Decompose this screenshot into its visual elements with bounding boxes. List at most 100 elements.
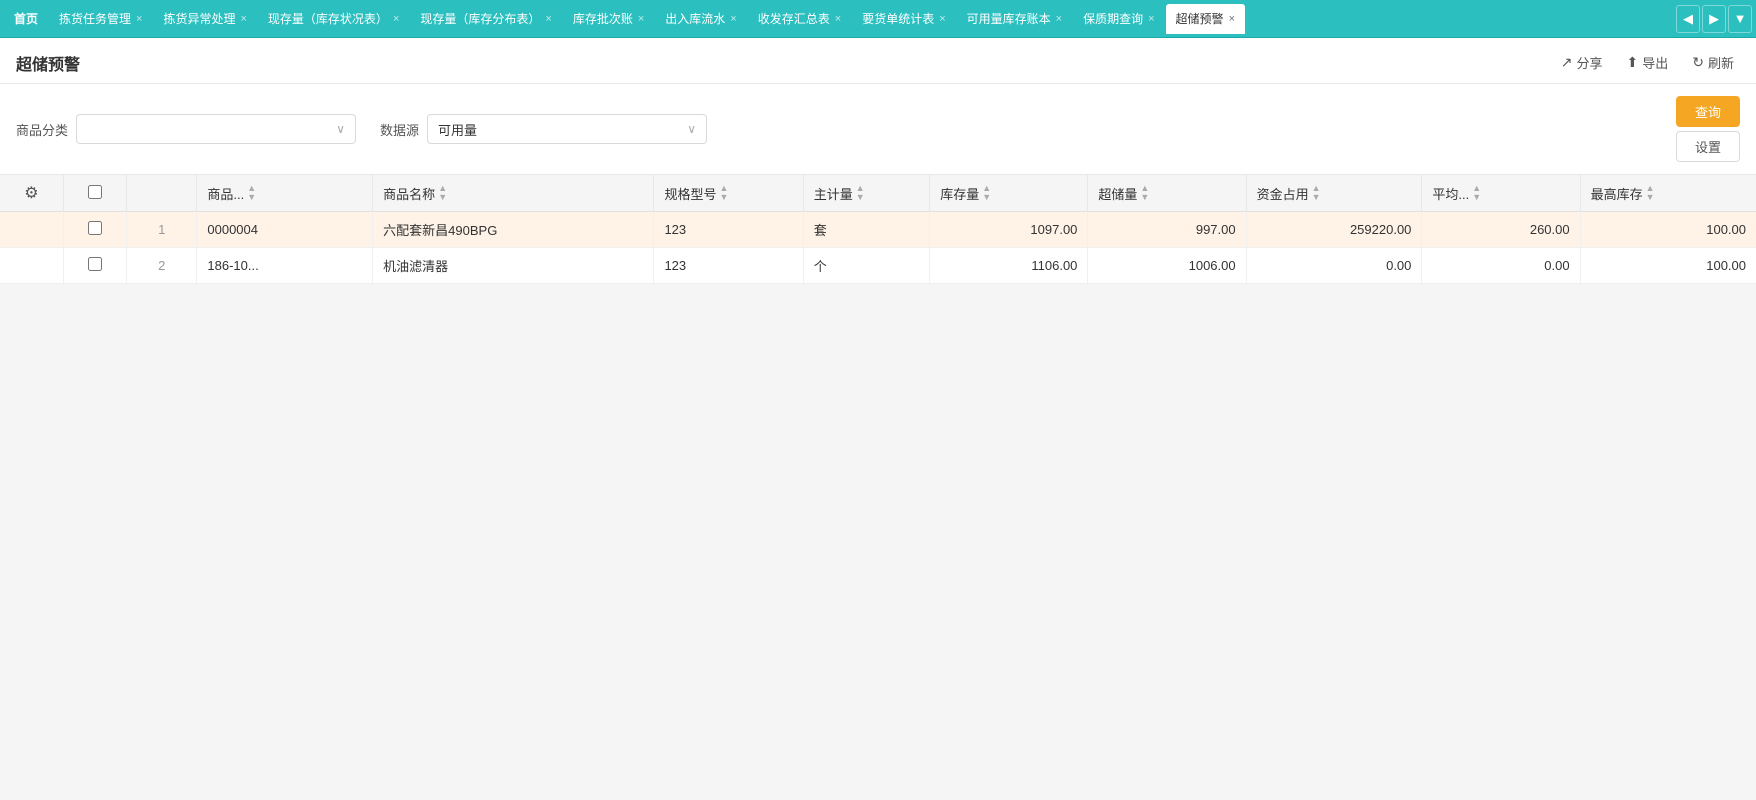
th-num	[127, 175, 197, 212]
th-spec[interactable]: 规格型号 ▲▼	[654, 175, 803, 212]
nav-next-btn[interactable]: ▶	[1702, 5, 1726, 33]
th-maxstock[interactable]: 最高库存 ▲▼	[1580, 175, 1756, 212]
th-code-label: 商品...	[207, 184, 244, 203]
td-unit-0: 套	[803, 212, 929, 248]
tab-close-shelf-life[interactable]: ×	[1148, 13, 1154, 25]
th-capital-label: 资金占用	[1257, 184, 1309, 203]
td-capital-1: 0.00	[1246, 248, 1422, 284]
category-filter: 商品分类 ∨	[16, 114, 356, 144]
th-unit[interactable]: 主计量 ▲▼	[803, 175, 929, 212]
sort-unit-icon[interactable]: ▲▼	[856, 184, 865, 202]
nav-tab-batch-ledger[interactable]: 库存批次账×	[563, 4, 654, 34]
page-title: 超储预警	[16, 51, 80, 75]
category-select[interactable]: ∨	[76, 114, 356, 144]
th-over[interactable]: 超储量 ▲▼	[1088, 175, 1246, 212]
td-name-1: 机油滤清器	[373, 248, 654, 284]
datasource-select[interactable]: 可用量 ∨	[427, 114, 707, 144]
select-all-checkbox[interactable]	[88, 185, 102, 199]
td-unit-1: 个	[803, 248, 929, 284]
th-spec-label: 规格型号	[664, 184, 716, 203]
th-stock-label: 库存量	[940, 184, 979, 203]
tab-close-available-ledger[interactable]: ×	[1056, 13, 1062, 25]
nav-tab-available-ledger[interactable]: 可用量库存账本×	[957, 4, 1072, 34]
td-stock-0: 1097.00	[930, 212, 1088, 248]
th-maxstock-label: 最高库存	[1591, 184, 1643, 203]
th-settings[interactable]: ⚙	[0, 175, 63, 212]
td-checkbox-1[interactable]	[63, 248, 126, 284]
tab-close-stock-status[interactable]: ×	[393, 13, 399, 25]
share-button[interactable]: ↗ 分享	[1555, 50, 1609, 75]
td-avg-0: 260.00	[1422, 212, 1580, 248]
nav-tab-receive-summary[interactable]: 收发存汇总表×	[748, 4, 851, 34]
th-code[interactable]: 商品... ▲▼	[197, 175, 373, 212]
td-capital-0: 259220.00	[1246, 212, 1422, 248]
table-header-row: ⚙ 商品... ▲▼ 商品名称 ▲▼	[0, 175, 1756, 212]
sort-over-icon[interactable]: ▲▼	[1140, 184, 1149, 202]
td-over-1: 1006.00	[1088, 248, 1246, 284]
tab-close-task-mgmt[interactable]: ×	[136, 13, 142, 25]
row-checkbox-0[interactable]	[88, 221, 102, 235]
td-spec-1: 123	[654, 248, 803, 284]
tab-close-exception[interactable]: ×	[240, 13, 246, 25]
th-stock[interactable]: 库存量 ▲▼	[930, 175, 1088, 212]
sort-name-icon[interactable]: ▲▼	[438, 184, 447, 202]
th-name-label: 商品名称	[383, 184, 435, 203]
settings-gear-icon[interactable]: ⚙	[24, 185, 38, 202]
th-name[interactable]: 商品名称 ▲▼	[373, 175, 654, 212]
nav-tab-home[interactable]: 首页	[4, 4, 48, 34]
td-maxstock-1: 100.00	[1580, 248, 1756, 284]
export-icon: ⬆	[1627, 54, 1639, 71]
th-avg[interactable]: 平均... ▲▼	[1422, 175, 1580, 212]
sort-avg-icon[interactable]: ▲▼	[1472, 184, 1481, 202]
table-row: 2 186-10... 机油滤清器 123 个 1106.00 1006.00 …	[0, 248, 1756, 284]
th-avg-label: 平均...	[1432, 184, 1469, 203]
tab-close-overstock-warning[interactable]: ×	[1229, 13, 1235, 25]
nav-tab-stock-dist[interactable]: 现存量（库存分布表）×	[410, 4, 561, 34]
td-stock-1: 1106.00	[930, 248, 1088, 284]
td-num-1: 2	[127, 248, 197, 284]
tab-close-inout-flow[interactable]: ×	[730, 13, 736, 25]
td-code-0: 0000004	[197, 212, 373, 248]
nav-more-btn[interactable]: ▼	[1728, 5, 1752, 33]
export-button[interactable]: ⬆ 导出	[1621, 50, 1675, 75]
nav-tab-exception[interactable]: 拣货异常处理×	[153, 4, 256, 34]
td-checkbox-0[interactable]	[63, 212, 126, 248]
share-icon: ↗	[1561, 54, 1573, 71]
td-avg-1: 0.00	[1422, 248, 1580, 284]
sort-capital-icon[interactable]: ▲▼	[1312, 184, 1321, 202]
datasource-filter: 数据源 可用量 ∨	[380, 114, 707, 144]
share-label: 分享	[1576, 53, 1602, 72]
th-unit-label: 主计量	[814, 184, 853, 203]
sort-maxstock-icon[interactable]: ▲▼	[1646, 184, 1655, 202]
query-button[interactable]: 查询	[1676, 96, 1740, 127]
datasource-chevron-icon: ∨	[687, 122, 696, 136]
refresh-button[interactable]: ↻ 刷新	[1686, 50, 1740, 75]
datasource-label: 数据源	[380, 120, 419, 139]
table-container: ⚙ 商品... ▲▼ 商品名称 ▲▼	[0, 175, 1756, 284]
top-nav: 首页拣货任务管理×拣货异常处理×现存量（库存状况表）×现存量（库存分布表）×库存…	[0, 0, 1756, 38]
tab-close-order-stats[interactable]: ×	[939, 13, 945, 25]
nav-tab-shelf-life[interactable]: 保质期查询×	[1073, 4, 1164, 34]
header-actions: ↗ 分享 ⬆ 导出 ↻ 刷新	[1555, 50, 1740, 75]
tab-close-receive-summary[interactable]: ×	[835, 13, 841, 25]
category-chevron-icon: ∨	[336, 122, 345, 136]
th-select-all[interactable]	[63, 175, 126, 212]
sort-stock-icon[interactable]: ▲▼	[982, 184, 991, 202]
row-checkbox-1[interactable]	[88, 257, 102, 271]
sort-code-icon[interactable]: ▲▼	[247, 184, 256, 202]
sort-spec-icon[interactable]: ▲▼	[719, 184, 728, 202]
tab-close-stock-dist[interactable]: ×	[545, 13, 551, 25]
nav-tab-order-stats[interactable]: 要货单统计表×	[852, 4, 955, 34]
nav-tab-stock-status[interactable]: 现存量（库存状况表）×	[258, 4, 409, 34]
th-capital[interactable]: 资金占用 ▲▼	[1246, 175, 1422, 212]
nav-tab-inout-flow[interactable]: 出入库流水×	[655, 4, 746, 34]
td-settings-1	[0, 248, 63, 284]
nav-tab-task-mgmt[interactable]: 拣货任务管理×	[49, 4, 152, 34]
tab-close-batch-ledger[interactable]: ×	[638, 13, 644, 25]
setting-button[interactable]: 设置	[1676, 131, 1740, 162]
table-row: 1 0000004 六配套新昌490BPG 123 套 1097.00 997.…	[0, 212, 1756, 248]
export-label: 导出	[1642, 53, 1668, 72]
td-settings-0	[0, 212, 63, 248]
nav-prev-btn[interactable]: ◀	[1676, 5, 1700, 33]
nav-tab-overstock-warning[interactable]: 超储预警×	[1166, 4, 1245, 34]
